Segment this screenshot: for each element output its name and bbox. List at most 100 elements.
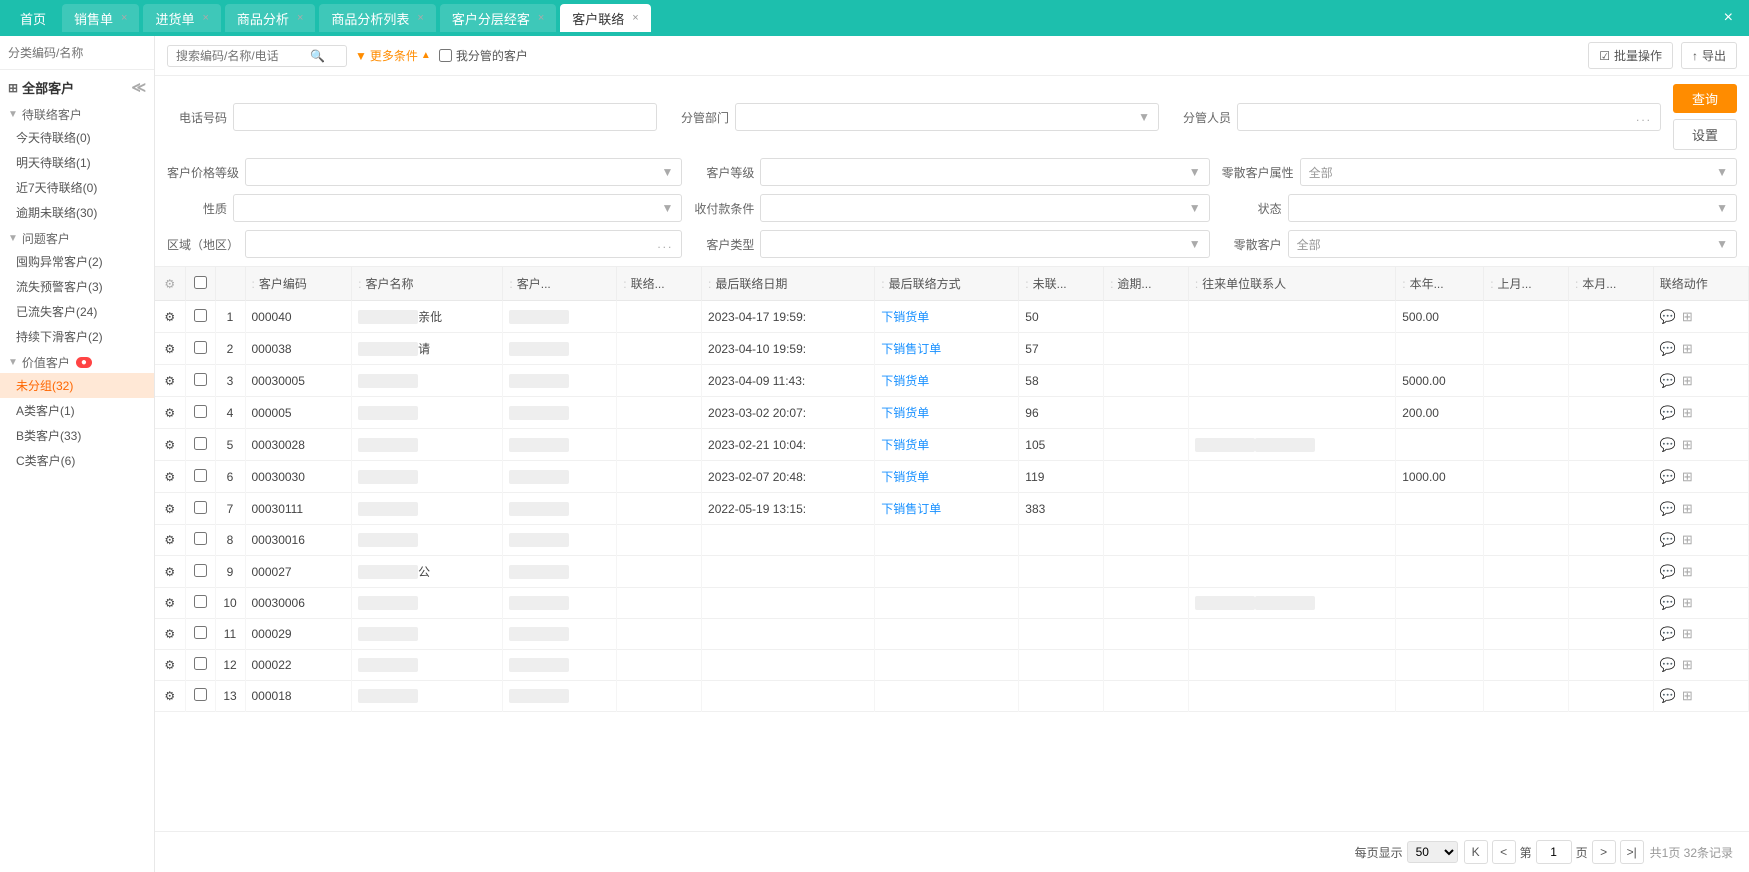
row-checkbox[interactable]	[194, 341, 207, 354]
row-checkbox[interactable]	[194, 688, 207, 701]
page-number-input[interactable]	[1536, 840, 1572, 864]
settings-cell[interactable]: ⚙	[155, 461, 185, 493]
last-method-link[interactable]: 下销售订单	[881, 342, 941, 356]
grid-action-icon[interactable]: ⊞	[1682, 373, 1693, 389]
chat-icon[interactable]: 💬	[1660, 341, 1676, 357]
nav-tab-进货单[interactable]: 进货单×	[143, 4, 220, 32]
price-level-select[interactable]: ▼	[245, 158, 682, 186]
checkbox-cell[interactable]	[185, 588, 215, 619]
settings-column-header[interactable]: ⚙	[155, 267, 185, 301]
row-checkbox[interactable]	[194, 626, 207, 639]
page-size-selector[interactable]: 每页显示 50 100 200	[1355, 841, 1458, 863]
checkbox-cell[interactable]	[185, 333, 215, 365]
export-button[interactable]: ↑ 导出	[1681, 42, 1737, 69]
chat-icon[interactable]: 💬	[1660, 532, 1676, 548]
row-checkbox[interactable]	[194, 532, 207, 545]
nav-tab-客户联络[interactable]: 客户联络×	[560, 4, 650, 32]
grid-action-icon[interactable]: ⊞	[1682, 595, 1693, 611]
chat-icon[interactable]: 💬	[1660, 657, 1676, 673]
check-all-header[interactable]	[185, 267, 215, 301]
last-method-link[interactable]: 下销货单	[881, 310, 929, 324]
grid-action-icon[interactable]: ⊞	[1682, 309, 1693, 325]
filter-search-input[interactable]	[176, 49, 306, 63]
settings-cell[interactable]: ⚙	[155, 619, 185, 650]
nature-select[interactable]: ▼	[233, 194, 682, 222]
grid-action-icon[interactable]: ⊞	[1682, 532, 1693, 548]
nav-tab-home[interactable]: 首页	[8, 4, 58, 32]
sidebar-problem-item[interactable]: 流失预警客户(3)	[0, 274, 154, 299]
grid-action-icon[interactable]: ⊞	[1682, 469, 1693, 485]
grid-action-icon[interactable]: ⊞	[1682, 437, 1693, 453]
customer-type-select[interactable]: ▼	[760, 230, 1209, 258]
customer-level-select[interactable]: ▼	[760, 158, 1209, 186]
filter-search-icon[interactable]: 🔍	[310, 49, 325, 63]
row-checkbox[interactable]	[194, 437, 207, 450]
problem-customers-group[interactable]: ▼ 问题客户	[0, 225, 154, 249]
retail-customer-select[interactable]: 全部▼	[1288, 230, 1737, 258]
payment-select[interactable]: ▼	[760, 194, 1209, 222]
sidebar-pending-item[interactable]: 明天待联络(1)	[0, 150, 154, 175]
sidebar-problem-item[interactable]: 已流失客户(24)	[0, 299, 154, 324]
chat-icon[interactable]: 💬	[1660, 405, 1676, 421]
sidebar-score-item[interactable]: 未分组(32)	[0, 373, 154, 398]
row-checkbox[interactable]	[194, 564, 207, 577]
chat-icon[interactable]: 💬	[1660, 309, 1676, 325]
all-customers-header[interactable]: ⊞ 全部客户 ≪	[0, 70, 154, 101]
settings-cell[interactable]: ⚙	[155, 650, 185, 681]
settings-cell[interactable]: ⚙	[155, 429, 185, 461]
settings-cell[interactable]: ⚙	[155, 301, 185, 333]
retail-attr-select[interactable]: 全部▼	[1300, 158, 1737, 186]
per-page-select[interactable]: 50 100 200	[1407, 841, 1458, 863]
my-customers-check[interactable]	[439, 49, 452, 62]
row-checkbox[interactable]	[194, 657, 207, 670]
last-method-link[interactable]: 下销售订单	[881, 502, 941, 516]
checkbox-cell[interactable]	[185, 619, 215, 650]
grid-action-icon[interactable]: ⊞	[1682, 657, 1693, 673]
pending-contact-group[interactable]: ▼ 待联络客户	[0, 101, 154, 125]
grid-action-icon[interactable]: ⊞	[1682, 688, 1693, 704]
grid-action-icon[interactable]: ⊞	[1682, 405, 1693, 421]
nav-tab-销售单[interactable]: 销售单×	[62, 4, 139, 32]
sidebar-pending-item[interactable]: 近7天待联络(0)	[0, 175, 154, 200]
settings-cell[interactable]: ⚙	[155, 397, 185, 429]
sidebar-pending-item[interactable]: 今天待联络(0)	[0, 125, 154, 150]
checkbox-cell[interactable]	[185, 365, 215, 397]
settings-cell[interactable]: ⚙	[155, 588, 185, 619]
grid-action-icon[interactable]: ⊞	[1682, 341, 1693, 357]
next-page-button[interactable]: >	[1592, 840, 1616, 864]
sidebar-score-item[interactable]: C类客户(6)	[0, 448, 154, 473]
chat-icon[interactable]: 💬	[1660, 469, 1676, 485]
tab-close-icon[interactable]: ×	[297, 12, 303, 24]
score-customers-group[interactable]: ▼ 价值客户 ●	[0, 349, 154, 373]
phone-input[interactable]	[233, 103, 657, 131]
checkbox-cell[interactable]	[185, 681, 215, 712]
chat-icon[interactable]: 💬	[1660, 626, 1676, 642]
chat-icon[interactable]: 💬	[1660, 564, 1676, 580]
sidebar-score-item[interactable]: B类客户(33)	[0, 423, 154, 448]
manager-input[interactable]: ...	[1237, 103, 1661, 131]
nav-tab-商品分析[interactable]: 商品分析×	[225, 4, 315, 32]
sidebar-pending-item[interactable]: 逾期未联络(30)	[0, 200, 154, 225]
settings-cell[interactable]: ⚙	[155, 681, 185, 712]
chat-icon[interactable]: 💬	[1660, 501, 1676, 517]
settings-cell[interactable]: ⚙	[155, 525, 185, 556]
sidebar-problem-item[interactable]: 囤购异常客户(2)	[0, 249, 154, 274]
status-select[interactable]: ▼	[1288, 194, 1737, 222]
settings-cell[interactable]: ⚙	[155, 556, 185, 588]
last-method-link[interactable]: 下销货单	[881, 438, 929, 452]
reset-button[interactable]: 设置	[1673, 119, 1737, 150]
last-page-button[interactable]: >|	[1620, 840, 1644, 864]
prev-page-button[interactable]: <	[1492, 840, 1516, 864]
collapse-button[interactable]: ≪	[131, 79, 146, 96]
tab-close-icon[interactable]: ×	[632, 12, 638, 24]
query-button[interactable]: 查询	[1673, 84, 1737, 113]
settings-cell[interactable]: ⚙	[155, 365, 185, 397]
tab-close-icon[interactable]: ×	[121, 12, 127, 24]
checkbox-cell[interactable]	[185, 556, 215, 588]
chat-icon[interactable]: 💬	[1660, 595, 1676, 611]
sidebar-search-input[interactable]	[8, 46, 155, 60]
checkbox-cell[interactable]	[185, 397, 215, 429]
grid-action-icon[interactable]: ⊞	[1682, 501, 1693, 517]
checkbox-cell[interactable]	[185, 429, 215, 461]
batch-operations-button[interactable]: ☑ 批量操作	[1588, 42, 1673, 69]
